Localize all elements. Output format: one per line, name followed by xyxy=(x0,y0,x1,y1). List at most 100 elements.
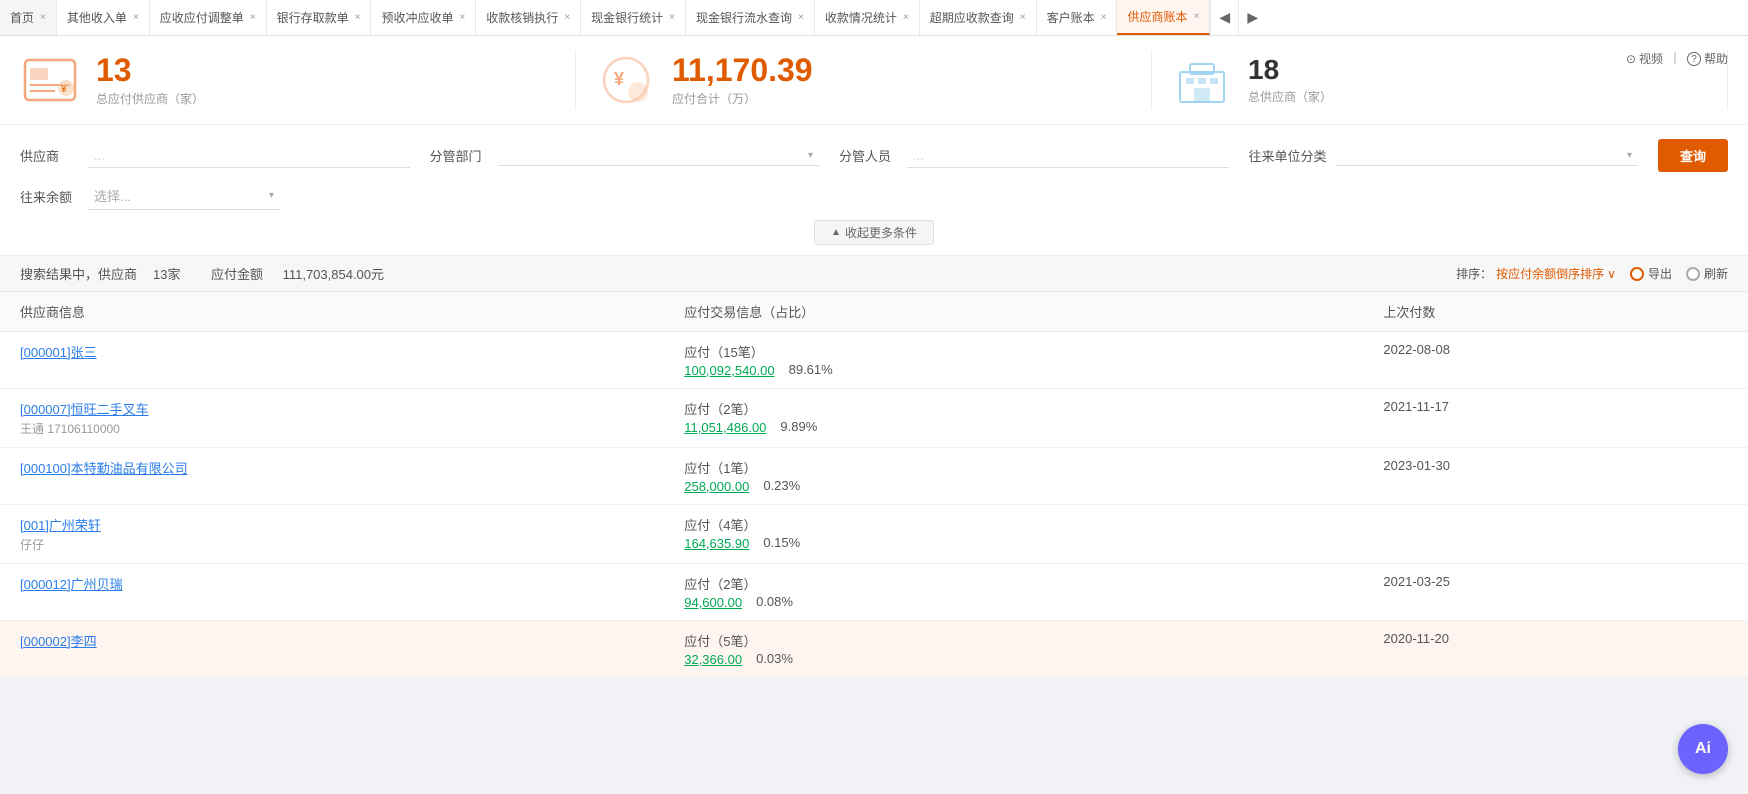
nav-tab-supplier-ledger[interactable]: 供应商账本 × xyxy=(1117,0,1210,35)
result-bar: 搜索结果中，供应商13家 应付金额 111,703,854.00元 排序： 按应… xyxy=(0,256,1748,292)
tx-percent-1: 89.61% xyxy=(789,362,833,377)
nav-prev-arrow[interactable]: ◀ xyxy=(1210,0,1238,35)
sort-arrow-icon: ∨ xyxy=(1607,267,1616,281)
supplier-cell-5: [000012]广州贝瑞 xyxy=(0,564,664,621)
tx-amount-5[interactable]: 94,600.00 xyxy=(684,595,742,610)
supplier-link-3[interactable]: [000100]本特勤油品有限公司 xyxy=(20,458,644,477)
tx-amount-3[interactable]: 258,000.00 xyxy=(684,479,749,494)
help-link[interactable]: 帮助 xyxy=(1704,50,1728,67)
nav-tab-cash-flow[interactable]: 现金银行流水查询 × xyxy=(686,0,815,35)
filter-row-2: 往来余额 选择... ▾ xyxy=(20,182,1728,210)
tx-cell-2: 应付（2笔） 11,051,486.00 9.89% xyxy=(664,389,1363,448)
table-row: [001]广州荣轩 仔仔 应付（4笔） 164,635.90 0.15% xyxy=(0,505,1748,564)
payable-total-number: 11,170.39 xyxy=(672,54,813,86)
tx-amount-2[interactable]: 11,051,486.00 xyxy=(684,420,766,435)
filter-dept: 分管部门 ▾ xyxy=(430,146,820,166)
supplier-cell-2: [000007]恒旺二手叉车 王通 17106110000 xyxy=(0,389,664,448)
close-bank-deposit-tab[interactable]: × xyxy=(355,12,361,23)
close-cash-bank-stat-tab[interactable]: × xyxy=(669,12,675,23)
close-prepay-ar-tab[interactable]: × xyxy=(459,12,465,23)
payable-total-label: 应付合计（万） xyxy=(672,90,813,107)
supplier-filter-input[interactable] xyxy=(88,144,410,168)
payable-icon: ¥ xyxy=(20,50,80,110)
close-receipt-stat-tab[interactable]: × xyxy=(903,12,909,23)
supplier-link-1[interactable]: [000001]张三 xyxy=(20,342,644,361)
category-filter-select[interactable]: ▾ xyxy=(1335,146,1638,166)
supplier-link-4[interactable]: [001]广州荣轩 xyxy=(20,515,644,534)
last-pay-5: 2021-03-25 xyxy=(1383,574,1450,589)
dept-filter-label: 分管部门 xyxy=(430,146,490,165)
refresh-icon xyxy=(1686,267,1700,281)
last-pay-1: 2022-08-08 xyxy=(1383,342,1450,357)
close-customer-ledger-tab[interactable]: × xyxy=(1101,12,1107,23)
tx-amount-1[interactable]: 100,092,540.00 xyxy=(684,363,774,378)
collapse-arrow-icon: ▲ xyxy=(831,227,841,238)
nav-tab-receipt-stat[interactable]: 收款情况统计 × xyxy=(815,0,920,35)
export-action[interactable]: 导出 xyxy=(1630,265,1672,282)
close-ar-ap-adjust-tab[interactable]: × xyxy=(250,12,256,23)
collapse-button[interactable]: ▲ 收起更多条件 xyxy=(814,220,934,245)
table-row: [000001]张三 应付（15笔） 100,092,540.00 89.61%… xyxy=(0,332,1748,389)
supplier-sub-2: 王通 17106110000 xyxy=(20,420,644,437)
table-row: [000012]广州贝瑞 应付（2笔） 94,600.00 0.08% 2021… xyxy=(0,564,1748,621)
last-pay-2: 2021-11-17 xyxy=(1383,399,1449,414)
balance-filter-select[interactable]: 选择... ▾ xyxy=(88,182,280,210)
supplier-link-2[interactable]: [000007]恒旺二手叉车 xyxy=(20,399,644,418)
total-suppliers-icon xyxy=(1172,50,1232,110)
th-supplier-info: 供应商信息 xyxy=(0,292,664,332)
tx-label-1: 应付（15笔） xyxy=(684,342,1343,361)
close-supplier-ledger-tab[interactable]: × xyxy=(1193,11,1199,22)
person-filter-input[interactable] xyxy=(907,144,1229,168)
close-cash-flow-tab[interactable]: × xyxy=(798,12,804,23)
supplier-cell-1: [000001]张三 xyxy=(0,332,664,389)
table-area: 供应商信息 应付交易信息（占比） 上次付数 [000001]张三 应付（15笔）… xyxy=(0,292,1748,678)
sort-label: 排序： xyxy=(1456,265,1492,282)
ai-button[interactable]: Ai xyxy=(1678,724,1728,774)
supplier-link-6[interactable]: [000002]李四 xyxy=(20,631,644,650)
tx-cell-6: 应付（5笔） 32,366.00 0.03% xyxy=(664,621,1363,678)
supplier-filter-label: 供应商 xyxy=(20,146,80,165)
tx-amount-4[interactable]: 164,635.90 xyxy=(684,536,749,551)
filter-area: 供应商 分管部门 ▾ 分管人员 往来单位分类 ▾ 查询 xyxy=(0,125,1748,256)
balance-filter-label: 往来余额 xyxy=(20,187,80,206)
nav-tab-customer-ledger[interactable]: 客户账本 × xyxy=(1037,0,1118,35)
close-home-tab[interactable]: × xyxy=(40,12,46,23)
nav-tab-home[interactable]: 首页 × xyxy=(0,0,57,35)
svg-text:¥: ¥ xyxy=(60,84,67,95)
balance-dropdown-icon: ▾ xyxy=(269,190,274,201)
total-suppliers-count: 18 xyxy=(1248,56,1332,84)
stat-block-payable-suppliers: ¥ 13 总应付供应商（家） xyxy=(20,50,576,110)
nav-tab-prepay-ar[interactable]: 预收冲应收单 × xyxy=(371,0,476,35)
category-filter-label: 往来单位分类 xyxy=(1249,146,1327,165)
filter-person: 分管人员 xyxy=(839,144,1229,168)
tx-percent-2: 9.89% xyxy=(780,419,817,434)
result-info: 搜索结果中，供应商13家 应付金额 111,703,854.00元 xyxy=(20,264,400,283)
nav-tab-other-income[interactable]: 其他收入单 × xyxy=(57,0,150,35)
filter-category: 往来单位分类 ▾ xyxy=(1249,146,1639,166)
nav-next-arrow[interactable]: ▶ xyxy=(1238,0,1266,35)
payable-suppliers-label: 总应付供应商（家） xyxy=(96,90,204,107)
close-payment-verify-tab[interactable]: × xyxy=(564,12,570,23)
nav-tab-cash-bank-stat[interactable]: 现金银行统计 × xyxy=(581,0,686,35)
lastpay-cell-4 xyxy=(1363,505,1748,564)
th-last-pay: 上次付数 xyxy=(1363,292,1748,332)
close-other-income-tab[interactable]: × xyxy=(133,12,139,23)
video-link[interactable]: 视频 xyxy=(1639,50,1663,67)
dept-filter-select[interactable]: ▾ xyxy=(498,146,820,166)
close-overdue-tab[interactable]: × xyxy=(1020,12,1026,23)
refresh-action[interactable]: 刷新 xyxy=(1686,265,1728,282)
tx-amount-6[interactable]: 32,366.00 xyxy=(684,652,742,667)
nav-tab-payment-verify[interactable]: 收款核销执行 × xyxy=(476,0,581,35)
sort-value[interactable]: 按应付余额倒序排序 xyxy=(1496,265,1604,282)
filter-supplier: 供应商 xyxy=(20,144,410,168)
table-row: [000007]恒旺二手叉车 王通 17106110000 应付（2笔） 11,… xyxy=(0,389,1748,448)
nav-tab-bank-deposit[interactable]: 银行存取款单 × xyxy=(267,0,372,35)
query-button[interactable]: 查询 xyxy=(1658,139,1728,172)
nav-tab-ar-ap-adjust[interactable]: 应收应付调整单 × xyxy=(150,0,267,35)
tx-label-2: 应付（2笔） xyxy=(684,399,1343,418)
supplier-link-5[interactable]: [000012]广州贝瑞 xyxy=(20,574,644,593)
lastpay-cell-3: 2023-01-30 xyxy=(1363,448,1748,505)
nav-tab-overdue[interactable]: 超期应收款查询 × xyxy=(920,0,1037,35)
lastpay-cell-1: 2022-08-08 xyxy=(1363,332,1748,389)
supplier-count: 13家 xyxy=(153,267,180,282)
